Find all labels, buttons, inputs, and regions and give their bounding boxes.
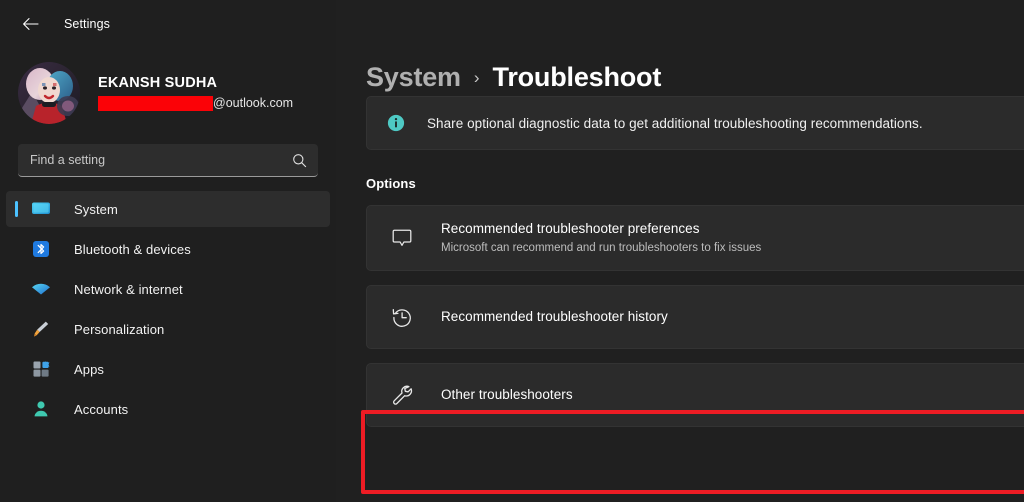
sidebar-item-accounts[interactable]: Accounts (6, 391, 330, 427)
diagnostic-data-banner: Share optional diagnostic data to get ad… (366, 96, 1024, 150)
search-icon[interactable] (290, 153, 308, 168)
section-title-options: Options (366, 176, 416, 191)
settings-window: Settings EKANSH SUDHA @outlook.com Find … (0, 0, 1024, 502)
sidebar-nav: System Bluetooth & devices Network & int… (0, 191, 336, 427)
avatar-image (18, 62, 80, 124)
chat-bubble-icon (389, 225, 415, 251)
option-title: Recommended troubleshooter preferences (441, 221, 700, 236)
option-text: Recommended troubleshooter history (441, 308, 668, 326)
info-icon (387, 114, 405, 132)
sidebar-item-label: Bluetooth & devices (74, 241, 191, 257)
option-title: Recommended troubleshooter history (441, 309, 668, 324)
email-redaction-bar (98, 96, 213, 111)
sidebar-item-label: Network & internet (74, 281, 183, 297)
sidebar-item-bluetooth-devices[interactable]: Bluetooth & devices (6, 231, 330, 267)
paintbrush-icon (30, 318, 52, 340)
breadcrumb: System › Troubleshoot (366, 0, 1024, 92)
avatar (18, 62, 80, 124)
sidebar: Settings EKANSH SUDHA @outlook.com Find … (0, 0, 336, 502)
bluetooth-icon (30, 238, 52, 260)
account-block[interactable]: EKANSH SUDHA @outlook.com (0, 48, 336, 126)
monitor-icon (30, 198, 52, 220)
option-other-troubleshooters[interactable]: Other troubleshooters (366, 363, 1024, 427)
titlebar: Settings (0, 0, 336, 48)
account-text: EKANSH SUDHA @outlook.com (98, 74, 293, 112)
account-email-domain: @outlook.com (213, 96, 294, 110)
account-name: EKANSH SUDHA (98, 75, 218, 91)
option-text: Other troubleshooters (441, 386, 573, 404)
history-clock-icon (389, 304, 415, 330)
breadcrumb-parent[interactable]: System (366, 62, 461, 93)
sidebar-item-label: Accounts (74, 401, 129, 417)
option-recommended-troubleshooter-history[interactable]: Recommended troubleshooter history (366, 285, 1024, 349)
account-email: @outlook.com (98, 95, 293, 112)
banner-text: Share optional diagnostic data to get ad… (427, 115, 923, 131)
app-title: Settings (64, 17, 110, 31)
sidebar-item-apps[interactable]: Apps (6, 351, 330, 387)
main-content: System › Troubleshoot Share optional dia… (336, 0, 1024, 502)
option-title: Other troubleshooters (441, 387, 573, 402)
option-recommended-troubleshooter-preferences[interactable]: Recommended troubleshooter preferences M… (366, 205, 1024, 271)
option-subtitle: Microsoft can recommend and run troubles… (441, 242, 762, 254)
sidebar-item-label: Personalization (74, 321, 165, 337)
option-text: Recommended troubleshooter preferences M… (441, 220, 761, 256)
chevron-right-icon: › (473, 68, 480, 87)
sidebar-item-label: Apps (74, 361, 105, 377)
search-box[interactable] (18, 144, 318, 177)
sidebar-item-label: System (74, 201, 118, 217)
wrench-icon (389, 382, 415, 408)
sidebar-item-personalization[interactable]: Personalization (6, 311, 330, 347)
page-title: Troubleshoot (492, 62, 662, 92)
sidebar-item-network-internet[interactable]: Network & internet (6, 271, 330, 307)
person-icon (30, 398, 52, 420)
search-input[interactable] (30, 144, 290, 176)
back-button[interactable] (14, 9, 46, 39)
back-arrow-icon (22, 17, 39, 31)
wifi-icon (30, 278, 52, 300)
apps-icon (30, 358, 52, 380)
sidebar-item-system[interactable]: System (6, 191, 330, 227)
